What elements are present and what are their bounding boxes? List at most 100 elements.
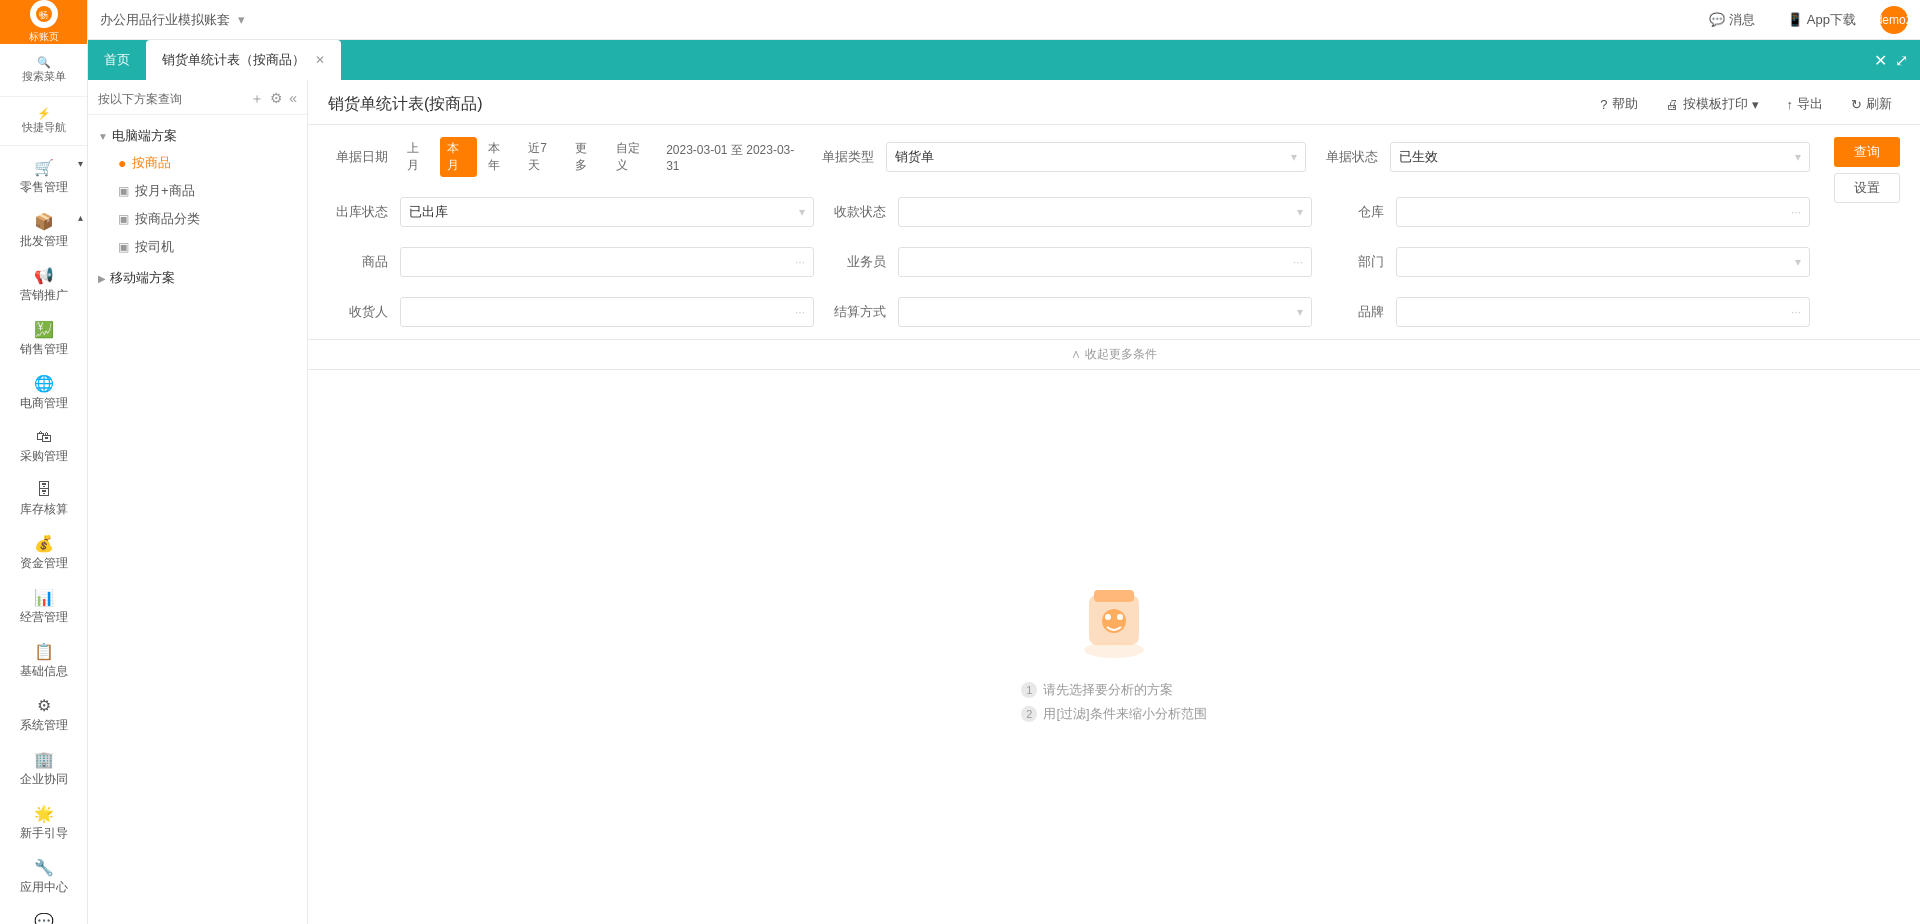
menu-newbie[interactable]: 🌟 新手引导 xyxy=(0,796,87,850)
menu-sales[interactable]: 💹 销售管理 xyxy=(0,312,87,366)
warehouse-label: 仓库 xyxy=(1324,203,1384,221)
payment-status-input[interactable]: ▾ xyxy=(898,197,1312,227)
filter-row-status: 出库状态 已出库 ▾ 收款状态 ▾ 仓库 xyxy=(328,197,1810,227)
add-scheme-btn[interactable]: ＋ xyxy=(250,90,264,108)
settlement-input[interactable]: ▾ xyxy=(898,297,1312,327)
settings-scheme-btn[interactable]: ⚙ xyxy=(270,90,283,108)
export-btn[interactable]: ↑ 导出 xyxy=(1779,92,1832,116)
tip-text-2: 用[过滤]条件来缩小分析范围 xyxy=(1043,705,1206,723)
dropdown-icon[interactable]: ▾ xyxy=(238,12,245,27)
filter-row-recipient: 收货人 ··· 结算方式 ▾ 品牌 xyxy=(328,297,1810,327)
refresh-btn[interactable]: ↻ 刷新 xyxy=(1843,92,1900,116)
brand-input[interactable]: ··· xyxy=(1396,297,1810,327)
doc-status-label: 单据状态 xyxy=(1318,148,1378,166)
pc-group-header[interactable]: ▼ 电脑端方案 xyxy=(88,123,307,149)
salesperson-input[interactable]: ··· xyxy=(898,247,1312,277)
avatar[interactable]: demo2 xyxy=(1880,6,1908,34)
menu-enterprise[interactable]: 🏢 企业协同 xyxy=(0,742,87,796)
department-input[interactable]: ▾ xyxy=(1396,247,1810,277)
menu-basics[interactable]: 📋 基础信息 xyxy=(0,634,87,688)
search-section: 🔍 搜索菜单 xyxy=(0,44,87,97)
stock-status-value: 已出库 xyxy=(409,203,799,221)
query-button[interactable]: 查询 xyxy=(1834,137,1900,167)
mobile-group-header[interactable]: ▶ 移动端方案 xyxy=(88,265,307,291)
menu-ecommerce[interactable]: 🌐 电商管理 xyxy=(0,366,87,420)
search-icon: 🔍 xyxy=(37,56,51,69)
menu-apps[interactable]: 🔧 应用中心 xyxy=(0,850,87,904)
page-title: 销货单统计表(按商品) xyxy=(328,94,483,115)
doc-type-input[interactable]: 销货单 ▾ xyxy=(886,142,1306,172)
menu-procurement[interactable]: 🛍 采购管理 xyxy=(0,420,87,473)
product-input[interactable]: ··· xyxy=(400,247,814,277)
doc-status-input[interactable]: 已生效 ▾ xyxy=(1390,142,1810,172)
doc-type-label: 单据类型 xyxy=(814,148,874,166)
date-btn-7days[interactable]: 近7天 xyxy=(521,137,564,177)
stock-status-input[interactable]: 已出库 ▾ xyxy=(400,197,814,227)
payment-status-dropdown-icon: ▾ xyxy=(1297,205,1303,219)
collapse-panel-btn[interactable]: « xyxy=(289,90,297,108)
tab-home[interactable]: 首页 xyxy=(88,40,146,80)
scheme-by-month-product[interactable]: ▣ 按月+商品 xyxy=(88,177,307,205)
brand-label: 品牌 xyxy=(1324,303,1384,321)
help-btn[interactable]: ? 帮助 xyxy=(1592,92,1645,116)
scheme-by-vendor[interactable]: ▣ 按司机 xyxy=(88,233,307,261)
menu-system[interactable]: ⚙ 系统管理 xyxy=(0,688,87,742)
department-dropdown-icon: ▾ xyxy=(1795,255,1801,269)
print-dropdown-icon: ▾ xyxy=(1752,97,1759,112)
message-icon: 💬 xyxy=(1709,12,1725,27)
tab-sales-stat[interactable]: 销货单统计表（按商品） ✕ xyxy=(146,40,341,80)
topbar-left: 办公用品行业模拟账套 ▾ xyxy=(100,11,245,29)
menu-operation[interactable]: 📊 经营管理 xyxy=(0,580,87,634)
date-btn-custom[interactable]: 自定义 xyxy=(609,137,657,177)
menu-wechat[interactable]: 💬 企业微信 xyxy=(0,904,87,924)
menu-finance[interactable]: 💰 资金管理 xyxy=(0,526,87,580)
message-btn[interactable]: 💬 消息 xyxy=(1701,8,1763,32)
logo-icon: 畅 xyxy=(30,0,58,28)
stock-status-dropdown-icon: ▾ xyxy=(799,205,805,219)
menu-wholesale[interactable]: 📦 批发管理 ▴ xyxy=(0,204,87,258)
page-actions: ? 帮助 🖨 按模板打印 ▾ ↑ 导出 ↻ 刷新 xyxy=(1592,92,1900,116)
empty-tip-2: 2 用[过滤]条件来缩小分析范围 xyxy=(1021,705,1206,723)
panel-header-actions: ＋ ⚙ « xyxy=(250,90,297,108)
date-range-display: 2023-03-01 至 2023-03-31 xyxy=(666,142,802,173)
settings-button[interactable]: 设置 xyxy=(1834,173,1900,203)
empty-illustration xyxy=(1064,565,1164,665)
date-btn-more[interactable]: 更多 xyxy=(568,137,604,177)
collapse-bar[interactable]: ∧ 收起更多条件 xyxy=(308,340,1920,370)
chevron-down-icon: ▾ xyxy=(78,158,83,169)
print-btn[interactable]: 🖨 按模板打印 ▾ xyxy=(1658,92,1767,116)
system-icon: ⚙ xyxy=(37,696,51,715)
quick-nav-btn[interactable]: ⚡ 快捷导航 xyxy=(0,101,87,141)
menu-marketing[interactable]: 📢 营销推广 xyxy=(0,258,87,312)
scheme-by-product[interactable]: ● 按商品 xyxy=(88,149,307,177)
scheme-icon-2: ▣ xyxy=(118,212,129,226)
empty-tips: 1 请先选择要分析的方案 2 用[过滤]条件来缩小分析范围 xyxy=(1021,681,1206,729)
filter-area: 单据日期 上月 本月 本年 近7天 更多 自定义 20 xyxy=(308,125,1920,340)
settlement-dropdown-icon: ▾ xyxy=(1297,305,1303,319)
brand-more-icon: ··· xyxy=(1791,305,1801,319)
pc-group-label: 电脑端方案 xyxy=(112,127,177,145)
warehouse-input[interactable]: ··· xyxy=(1396,197,1810,227)
recipient-input[interactable]: ··· xyxy=(400,297,814,327)
date-btn-last-month[interactable]: 上月 xyxy=(400,137,436,177)
doc-status-value: 已生效 xyxy=(1399,148,1795,166)
menu-inventory[interactable]: 🗄 库存核算 xyxy=(0,473,87,526)
menu-retail[interactable]: 🛒 零售管理 ▾ xyxy=(0,150,87,204)
salesperson-more-icon: ··· xyxy=(1293,255,1303,269)
sidebar: 畅 标账页 🔍 搜索菜单 ⚡ 快捷导航 🛒 零售管理 ▾ 📦 批发管理 ▴ 📢 … xyxy=(0,0,88,924)
search-menu-btn[interactable]: 🔍 搜索菜单 xyxy=(22,52,66,88)
scheme-icon-3: ▣ xyxy=(118,240,129,254)
app-download-btn[interactable]: 📱 App下载 xyxy=(1779,8,1864,32)
scheme-by-category[interactable]: ▣ 按商品分类 xyxy=(88,205,307,233)
topbar: 办公用品行业模拟账套 ▾ 💬 消息 📱 App下载 demo2 xyxy=(88,0,1920,40)
date-btn-this-year[interactable]: 本年 xyxy=(481,137,517,177)
phone-icon: 📱 xyxy=(1787,12,1803,27)
date-btn-this-month[interactable]: 本月 xyxy=(440,137,476,177)
left-panel-header: 按以下方案查询 ＋ ⚙ « xyxy=(88,80,307,115)
close-tab-icon[interactable]: ✕ xyxy=(315,53,325,67)
close-window-icon[interactable]: ✕ xyxy=(1874,51,1887,70)
finance-icon: 💰 xyxy=(34,534,54,553)
app-logo: 畅 标账页 xyxy=(0,0,88,44)
maximize-icon[interactable]: ⤢ xyxy=(1895,51,1908,70)
sales-stat-tab-label: 销货单统计表（按商品） xyxy=(162,51,305,69)
